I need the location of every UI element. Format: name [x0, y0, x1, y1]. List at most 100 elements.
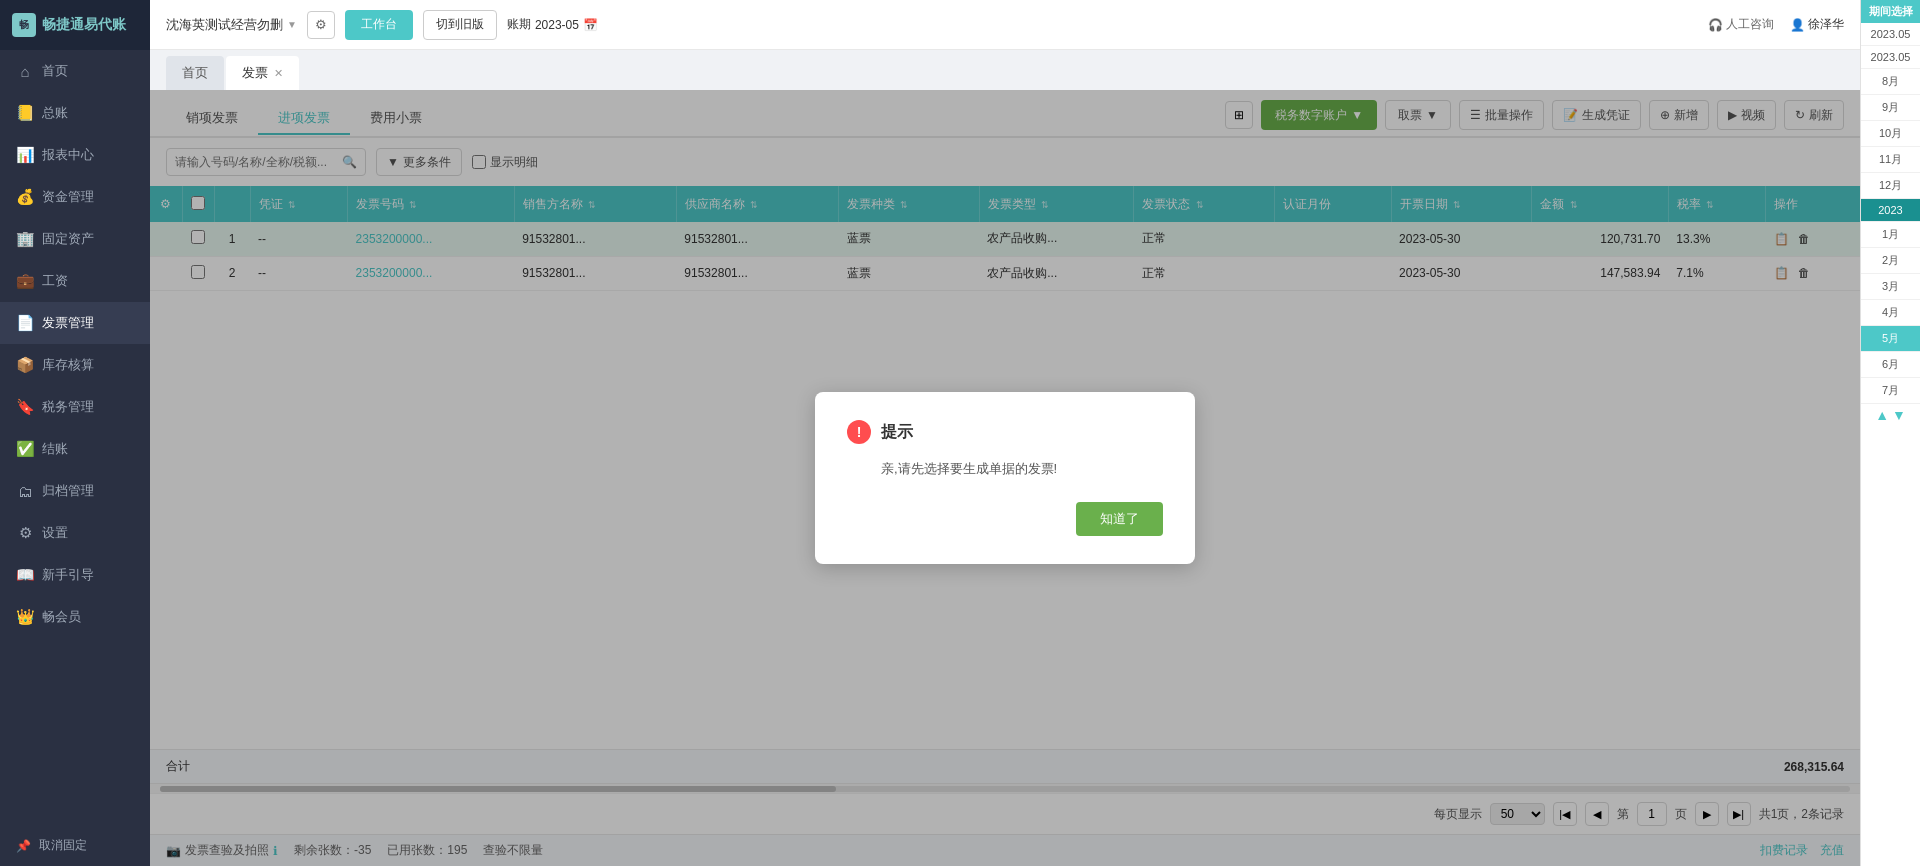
sidebar-item-inventory[interactable]: 📦 库存核算 [0, 344, 150, 386]
sidebar-label-settings: 设置 [42, 524, 68, 542]
logo-text: 畅捷通易代账 [42, 16, 126, 34]
archive-icon: 🗂 [16, 483, 34, 500]
period-2023[interactable]: 2023 [1861, 199, 1920, 222]
service-label: 人工咨询 [1726, 16, 1774, 33]
period-m10[interactable]: 10月 [1861, 121, 1920, 147]
settings-small-icon: ⚙ [315, 17, 327, 32]
period-m9[interactable]: 9月 [1861, 95, 1920, 121]
user-avatar-icon: 👤 [1790, 18, 1805, 32]
period-up-button[interactable]: ▲ [1875, 407, 1889, 423]
period-nav: ▲ ▼ [1861, 404, 1920, 426]
home-icon: ⌂ [16, 63, 34, 80]
cancel-fix-label: 取消固定 [39, 837, 87, 854]
modal-confirm-button[interactable]: 知道了 [1076, 502, 1163, 536]
sidebar-label-assets: 固定资产 [42, 230, 94, 248]
sidebar: 畅 畅捷通易代账 ⌂ 首页 📒 总账 📊 报表中心 💰 资金管理 🏢 固定资产 … [0, 0, 150, 866]
sidebar-label-salary: 工资 [42, 272, 68, 290]
invoice-icon: 📄 [16, 314, 34, 332]
salary-icon: 💼 [16, 272, 34, 290]
tab-invoice[interactable]: 发票 ✕ [226, 56, 299, 90]
user-name: 徐泽华 [1808, 16, 1844, 33]
period-year-1[interactable]: 2023.05 [1861, 23, 1920, 46]
company-selector[interactable]: 沈海英测试经营勿删 ▼ [166, 16, 297, 34]
tab-close-icon[interactable]: ✕ [274, 67, 283, 80]
tax-icon: 🔖 [16, 398, 34, 416]
period-year-2[interactable]: 2023.05 [1861, 46, 1920, 69]
sidebar-label-capital: 资金管理 [42, 188, 94, 206]
company-name: 沈海英测试经营勿删 [166, 16, 283, 34]
capital-icon: 💰 [16, 188, 34, 206]
warning-icon: ! [847, 420, 871, 444]
user-menu[interactable]: 👤 徐泽华 [1790, 16, 1844, 33]
assets-icon: 🏢 [16, 230, 34, 248]
period-m7[interactable]: 7月 [1861, 378, 1920, 404]
sidebar-label-ledger: 总账 [42, 104, 68, 122]
sidebar-item-archive[interactable]: 🗂 归档管理 [0, 470, 150, 512]
period-text-label: 账期 [507, 16, 531, 33]
guide-icon: 📖 [16, 566, 34, 584]
sidebar-item-report[interactable]: 📊 报表中心 [0, 134, 150, 176]
sidebar-label-guide: 新手引导 [42, 566, 94, 584]
sidebar-label-closing: 结账 [42, 440, 68, 458]
closing-icon: ✅ [16, 440, 34, 458]
sidebar-label-report: 报表中心 [42, 146, 94, 164]
company-settings-button[interactable]: ⚙ [307, 11, 335, 39]
period-m1[interactable]: 1月 [1861, 222, 1920, 248]
sidebar-item-ledger[interactable]: 📒 总账 [0, 92, 150, 134]
topbar-right: 🎧 人工咨询 👤 徐泽华 [1708, 16, 1844, 33]
period-m11[interactable]: 11月 [1861, 147, 1920, 173]
sidebar-item-salary[interactable]: 💼 工资 [0, 260, 150, 302]
modal-overlay: ! 提示 亲,请先选择要生成单据的发票! 知道了 [150, 90, 1860, 866]
period-display: 账期 2023-05 📅 [507, 16, 598, 33]
switch-version-button[interactable]: 切到旧版 [423, 10, 497, 40]
app-logo: 畅 畅捷通易代账 [0, 0, 150, 50]
topbar: 沈海英测试经营勿删 ▼ ⚙ 工作台 切到旧版 账期 2023-05 📅 🎧 人工… [150, 0, 1860, 50]
modal-title: 提示 [881, 422, 913, 443]
modal-box: ! 提示 亲,请先选择要生成单据的发票! 知道了 [815, 392, 1195, 564]
inventory-icon: 📦 [16, 356, 34, 374]
ledger-icon: 📒 [16, 104, 34, 122]
sidebar-item-closing[interactable]: ✅ 结账 [0, 428, 150, 470]
sidebar-label-archive: 归档管理 [42, 482, 94, 500]
sidebar-item-home[interactable]: ⌂ 首页 [0, 50, 150, 92]
period-value: 2023-05 [535, 18, 579, 32]
sidebar-label-member: 畅会员 [42, 608, 81, 626]
modal-footer: 知道了 [847, 494, 1163, 536]
pin-icon: 📌 [16, 839, 31, 853]
period-m6[interactable]: 6月 [1861, 352, 1920, 378]
logo-icon: 畅 [12, 13, 36, 37]
sidebar-label-home: 首页 [42, 62, 68, 80]
period-header[interactable]: 期间选择 [1861, 0, 1920, 23]
period-m2[interactable]: 2月 [1861, 248, 1920, 274]
sidebar-item-assets[interactable]: 🏢 固定资产 [0, 218, 150, 260]
member-icon: 👑 [16, 608, 34, 626]
calendar-icon: 📅 [583, 18, 598, 32]
sidebar-item-invoice[interactable]: 📄 发票管理 [0, 302, 150, 344]
main-area: 沈海英测试经营勿删 ▼ ⚙ 工作台 切到旧版 账期 2023-05 📅 🎧 人工… [150, 0, 1860, 866]
cancel-fix-button[interactable]: 📌 取消固定 [0, 825, 150, 866]
tab-home-label: 首页 [182, 64, 208, 82]
sidebar-label-inventory: 库存核算 [42, 356, 94, 374]
sidebar-item-guide[interactable]: 📖 新手引导 [0, 554, 150, 596]
period-m5[interactable]: 5月 [1861, 326, 1920, 352]
modal-title-row: ! 提示 [847, 420, 1163, 444]
report-icon: 📊 [16, 146, 34, 164]
period-m3[interactable]: 3月 [1861, 274, 1920, 300]
period-panel: 期间选择 2023.05 2023.05 8月 9月 10月 11月 12月 2… [1860, 0, 1920, 866]
content-area: 销项发票 进项发票 费用小票 ⊞ 税务数字账户 ▼ 取票 ▼ [150, 90, 1860, 866]
headset-icon: 🎧 [1708, 18, 1723, 32]
sidebar-item-member[interactable]: 👑 畅会员 [0, 596, 150, 638]
sidebar-item-capital[interactable]: 💰 资金管理 [0, 176, 150, 218]
period-m4[interactable]: 4月 [1861, 300, 1920, 326]
tab-bar: 首页 发票 ✕ [150, 50, 1860, 90]
period-down-button[interactable]: ▼ [1892, 407, 1906, 423]
sidebar-label-invoice: 发票管理 [42, 314, 94, 332]
tab-invoice-label: 发票 [242, 64, 268, 82]
workbench-button[interactable]: 工作台 [345, 10, 413, 40]
sidebar-item-tax[interactable]: 🔖 税务管理 [0, 386, 150, 428]
sidebar-item-settings[interactable]: ⚙ 设置 [0, 512, 150, 554]
service-button[interactable]: 🎧 人工咨询 [1708, 16, 1774, 33]
tab-home[interactable]: 首页 [166, 56, 224, 90]
period-m12[interactable]: 12月 [1861, 173, 1920, 199]
period-m8[interactable]: 8月 [1861, 69, 1920, 95]
